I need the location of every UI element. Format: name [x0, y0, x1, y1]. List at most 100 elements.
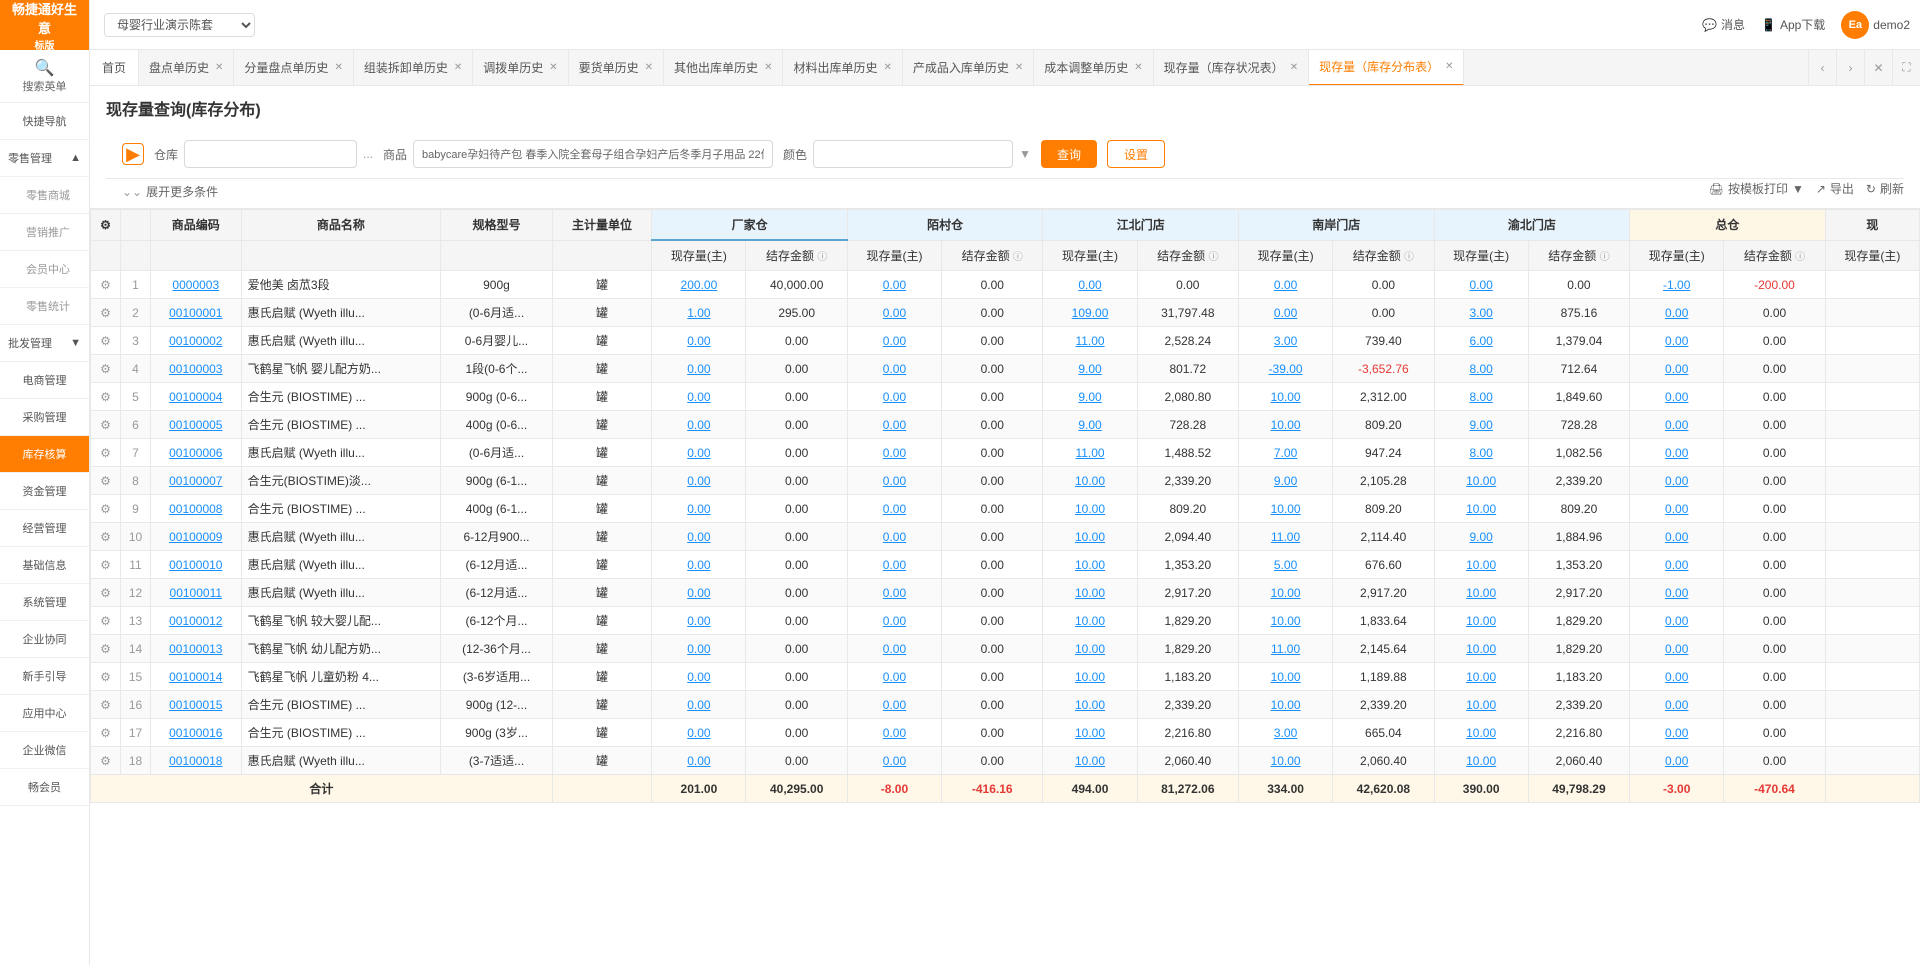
- sidebar-item-system[interactable]: 系统管理: [0, 584, 89, 621]
- td-na-qty[interactable]: 10.00: [1239, 747, 1333, 775]
- td-jb-qty[interactable]: 9.00: [1043, 355, 1137, 383]
- sidebar-item-member2[interactable]: 畅会员: [0, 769, 89, 806]
- sidebar-item-corpwx[interactable]: 企业微信: [0, 732, 89, 769]
- td-settings[interactable]: ⚙: [91, 551, 121, 579]
- td-settings[interactable]: ⚙: [91, 327, 121, 355]
- td-fc-qty[interactable]: 0.00: [652, 579, 746, 607]
- td-mc-qty[interactable]: 0.00: [847, 467, 941, 495]
- td-total-qty[interactable]: 0.00: [1630, 327, 1724, 355]
- td-fc-qty[interactable]: 0.00: [652, 327, 746, 355]
- tab-prev-btn[interactable]: ‹: [1808, 50, 1836, 86]
- td-na-qty[interactable]: -39.00: [1239, 355, 1333, 383]
- td-yb-qty[interactable]: 10.00: [1434, 467, 1528, 495]
- td-settings[interactable]: ⚙: [91, 271, 121, 299]
- sidebar-item-retail-shop[interactable]: 零售商城: [0, 177, 89, 214]
- td-yb-qty[interactable]: 8.00: [1434, 383, 1528, 411]
- td-total-qty[interactable]: 0.00: [1630, 495, 1724, 523]
- msg-btn[interactable]: 💬 消息: [1702, 16, 1745, 33]
- td-total-qty[interactable]: 0.00: [1630, 383, 1724, 411]
- td-na-qty[interactable]: 0.00: [1239, 271, 1333, 299]
- td-mc-qty[interactable]: 0.00: [847, 439, 941, 467]
- td-code[interactable]: 00100014: [151, 663, 242, 691]
- td-na-qty[interactable]: 0.00: [1239, 299, 1333, 327]
- filter-expand-button[interactable]: ▶: [122, 143, 144, 165]
- td-settings[interactable]: ⚙: [91, 355, 121, 383]
- td-yb-qty[interactable]: 3.00: [1434, 299, 1528, 327]
- td-mc-qty[interactable]: 0.00: [847, 271, 941, 299]
- td-fc-qty[interactable]: 0.00: [652, 439, 746, 467]
- td-mc-qty[interactable]: 0.00: [847, 551, 941, 579]
- color-dropdown-icon[interactable]: ▼: [1019, 147, 1031, 161]
- td-fc-qty[interactable]: 0.00: [652, 411, 746, 439]
- td-total-qty[interactable]: -1.00: [1630, 271, 1724, 299]
- td-jb-qty[interactable]: 10.00: [1043, 607, 1137, 635]
- td-yb-qty[interactable]: 10.00: [1434, 579, 1528, 607]
- td-na-qty[interactable]: 3.00: [1239, 719, 1333, 747]
- sidebar-item-corp[interactable]: 企业协同: [0, 621, 89, 658]
- td-jb-qty[interactable]: 0.00: [1043, 271, 1137, 299]
- tab-sub-count-close[interactable]: ✕: [334, 62, 342, 73]
- tab-other-out-close[interactable]: ✕: [764, 62, 772, 73]
- td-mc-qty[interactable]: 0.00: [847, 719, 941, 747]
- td-mc-qty[interactable]: 0.00: [847, 663, 941, 691]
- td-yb-qty[interactable]: 10.00: [1434, 663, 1528, 691]
- td-na-qty[interactable]: 10.00: [1239, 663, 1333, 691]
- sidebar-item-ops[interactable]: 经营管理: [0, 510, 89, 547]
- td-code[interactable]: 00100006: [151, 439, 242, 467]
- td-fc-qty[interactable]: 0.00: [652, 719, 746, 747]
- warehouse-input[interactable]: [184, 140, 357, 168]
- td-code[interactable]: 0000003: [151, 271, 242, 299]
- td-total-qty[interactable]: 0.00: [1630, 691, 1724, 719]
- td-jb-qty[interactable]: 10.00: [1043, 719, 1137, 747]
- td-code[interactable]: 00100004: [151, 383, 242, 411]
- td-jb-qty[interactable]: 10.00: [1043, 663, 1137, 691]
- tab-material-out-close[interactable]: ✕: [883, 62, 891, 73]
- sidebar-item-quicknav[interactable]: 快捷导航: [0, 103, 89, 140]
- td-jb-qty[interactable]: 10.00: [1043, 523, 1137, 551]
- tab-stock-status[interactable]: 现存量（库存状况表） ✕: [1154, 50, 1309, 86]
- td-jb-qty[interactable]: 10.00: [1043, 691, 1137, 719]
- tab-stock-status-close[interactable]: ✕: [1290, 62, 1298, 73]
- td-settings[interactable]: ⚙: [91, 299, 121, 327]
- td-mc-qty[interactable]: 0.00: [847, 579, 941, 607]
- tab-product-in-close[interactable]: ✕: [1015, 62, 1023, 73]
- td-yb-qty[interactable]: 10.00: [1434, 495, 1528, 523]
- refresh-button[interactable]: ↻ 刷新: [1866, 180, 1904, 197]
- more-conditions-btn[interactable]: 展开更多条件: [146, 183, 218, 200]
- td-settings[interactable]: ⚙: [91, 523, 121, 551]
- td-na-qty[interactable]: 10.00: [1239, 495, 1333, 523]
- tab-next-btn[interactable]: ›: [1836, 50, 1864, 86]
- sidebar-item-wholesale[interactable]: 批发管理 ▼: [0, 325, 89, 362]
- td-jb-qty[interactable]: 9.00: [1043, 411, 1137, 439]
- td-total-qty[interactable]: 0.00: [1630, 663, 1724, 691]
- td-mc-qty[interactable]: 0.00: [847, 691, 941, 719]
- td-total-qty[interactable]: 0.00: [1630, 747, 1724, 775]
- td-fc-qty[interactable]: 1.00: [652, 299, 746, 327]
- tab-transfer-close[interactable]: ✕: [549, 62, 557, 73]
- td-total-qty[interactable]: 0.00: [1630, 411, 1724, 439]
- td-code[interactable]: 00100018: [151, 747, 242, 775]
- tab-stock-dist[interactable]: 现存量（库存分布表） ✕: [1309, 50, 1464, 86]
- td-settings[interactable]: ⚙: [91, 635, 121, 663]
- td-settings[interactable]: ⚙: [91, 439, 121, 467]
- sidebar-item-base[interactable]: 基础信息: [0, 547, 89, 584]
- sidebar-item-apps[interactable]: 应用中心: [0, 695, 89, 732]
- td-total-qty[interactable]: 0.00: [1630, 635, 1724, 663]
- user-menu[interactable]: Ea demo2: [1841, 11, 1910, 39]
- td-jb-qty[interactable]: 10.00: [1043, 579, 1137, 607]
- td-mc-qty[interactable]: 0.00: [847, 635, 941, 663]
- tab-expand-btn[interactable]: ⛶: [1892, 50, 1920, 86]
- td-code[interactable]: 00100013: [151, 635, 242, 663]
- td-jb-qty[interactable]: 11.00: [1043, 439, 1137, 467]
- tab-order-close[interactable]: ✕: [645, 62, 653, 73]
- td-jb-qty[interactable]: 10.00: [1043, 747, 1137, 775]
- td-total-qty[interactable]: 0.00: [1630, 719, 1724, 747]
- tab-assemble-close[interactable]: ✕: [454, 62, 462, 73]
- tab-inventory-count[interactable]: 盘点单历史 ✕: [139, 50, 234, 86]
- sidebar-item-ecom[interactable]: 电商管理: [0, 362, 89, 399]
- td-fc-qty[interactable]: 0.00: [652, 495, 746, 523]
- tab-cost-adj-close[interactable]: ✕: [1134, 62, 1142, 73]
- td-code[interactable]: 00100007: [151, 467, 242, 495]
- td-mc-qty[interactable]: 0.00: [847, 607, 941, 635]
- td-na-qty[interactable]: 7.00: [1239, 439, 1333, 467]
